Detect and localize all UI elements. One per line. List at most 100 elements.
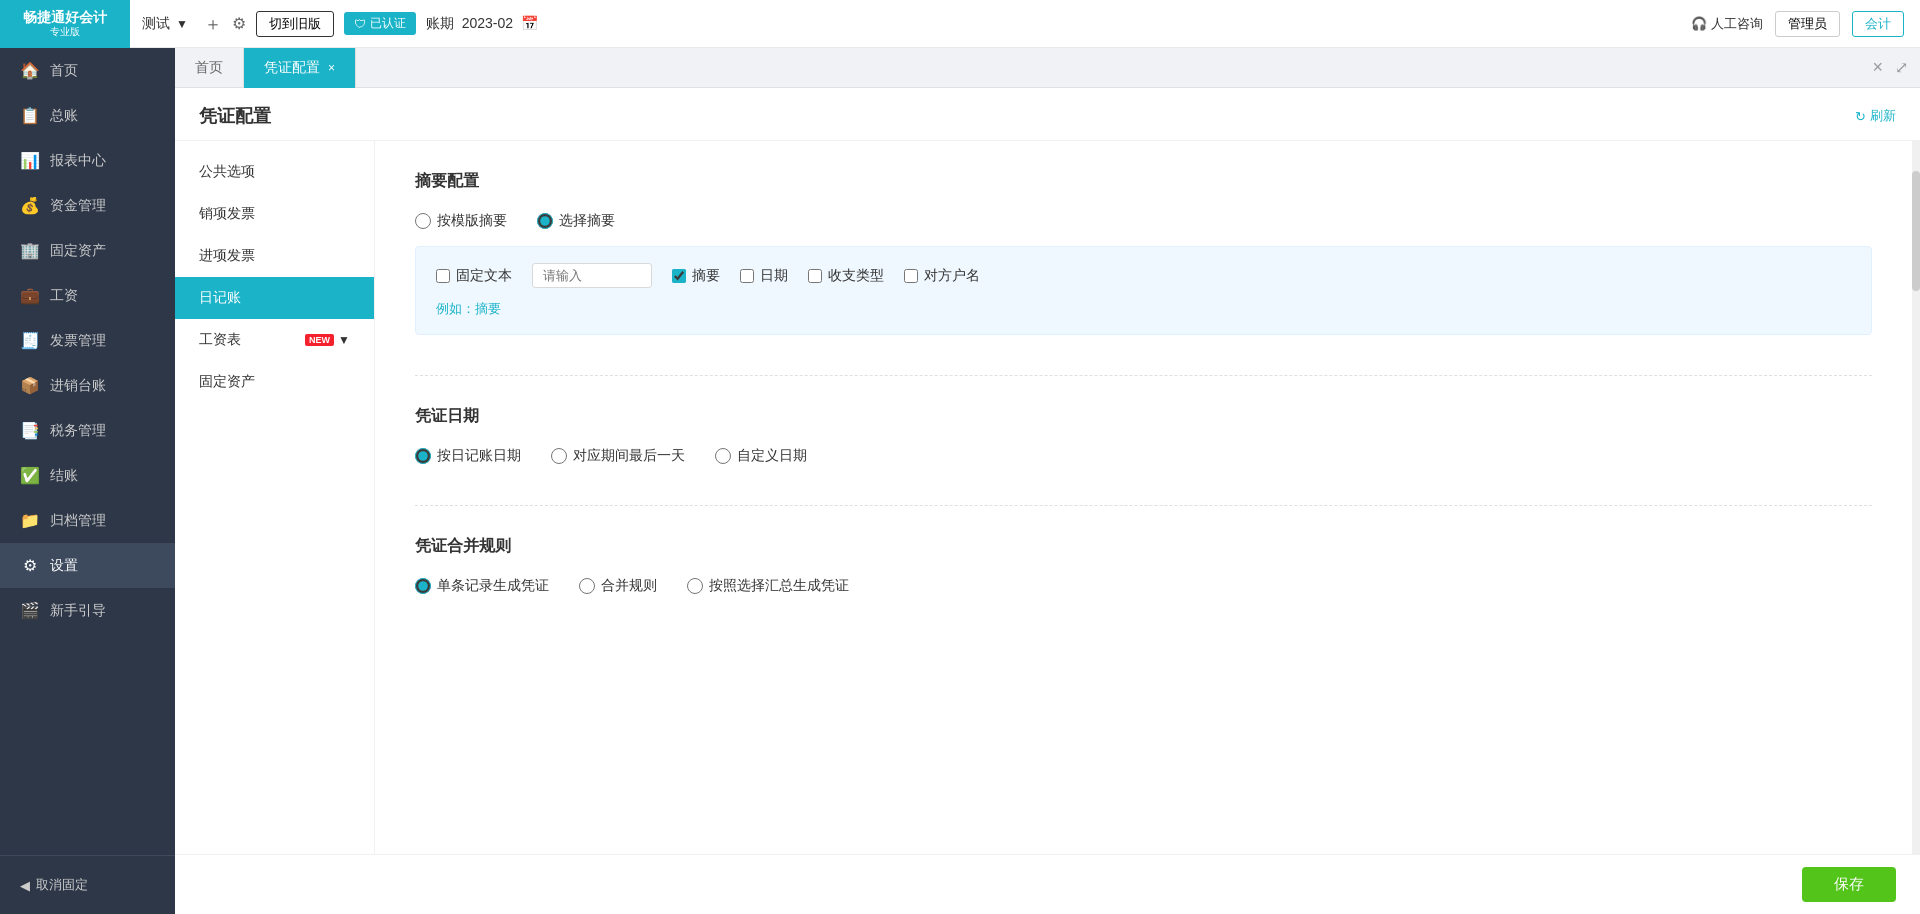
sidebar-item-home[interactable]: 🏠 首页 [0, 48, 175, 93]
summary-radio-select-label: 选择摘要 [559, 212, 615, 230]
sidebar-item-ledger[interactable]: 📋 总账 [0, 93, 175, 138]
sidebar-item-close-accounts[interactable]: ✅ 结账 [0, 453, 175, 498]
date-radio-last-input[interactable] [551, 448, 567, 464]
counterpart-checkbox[interactable] [904, 269, 918, 283]
sidebar-item-archive[interactable]: 📁 归档管理 [0, 498, 175, 543]
sidebar-label-salary: 工资 [50, 287, 78, 305]
tax-icon: 📑 [20, 421, 40, 440]
payment-type-option[interactable]: 收支类型 [808, 267, 884, 285]
date-radio-diary-label: 按日记账日期 [437, 447, 521, 465]
date-radio-custom[interactable]: 自定义日期 [715, 447, 807, 465]
tab-home[interactable]: 首页 [175, 48, 244, 88]
sidebar-item-tax[interactable]: 📑 税务管理 [0, 408, 175, 453]
payroll-label: 工资表 [199, 331, 241, 349]
expand-icon: ▼ [338, 333, 350, 347]
project-name: 测试 [142, 15, 170, 33]
merge-radio-rule-label: 合并规则 [601, 577, 657, 595]
merge-radio-summary-input[interactable] [687, 578, 703, 594]
top-bar-right: 🎧 人工咨询 管理员 会计 [1691, 11, 1904, 37]
add-icon[interactable]: ＋ [204, 12, 222, 36]
date-radio-last[interactable]: 对应期间最后一天 [551, 447, 685, 465]
home-icon: 🏠 [20, 61, 40, 80]
left-nav-fixed-assets[interactable]: 固定资产 [175, 361, 374, 403]
merge-radio-single[interactable]: 单条记录生成凭证 [415, 577, 549, 595]
tab-fullscreen-button[interactable]: ⤢ [1895, 58, 1908, 77]
sidebar-label-funds: 资金管理 [50, 197, 106, 215]
sidebar-label-guide: 新手引导 [50, 602, 106, 620]
summary-option[interactable]: 摘要 [672, 267, 720, 285]
date-checkbox[interactable] [740, 269, 754, 283]
sidebar-label-tax: 税务管理 [50, 422, 106, 440]
merge-radio-summary[interactable]: 按照选择汇总生成凭证 [687, 577, 849, 595]
logo-line1: 畅捷通好会计 [23, 9, 107, 26]
refresh-button[interactable]: ↻ 刷新 [1855, 107, 1896, 125]
new-badge: NEW [305, 334, 334, 346]
summary-radio-select[interactable]: 选择摘要 [537, 212, 615, 230]
left-nav-payroll[interactable]: 工资表 NEW ▼ [175, 319, 374, 361]
sidebar-label-ledger: 总账 [50, 107, 78, 125]
left-nav-diary[interactable]: 日记账 [175, 277, 374, 319]
save-button[interactable]: 保存 [1802, 867, 1896, 902]
sidebar-label-close-accounts: 结账 [50, 467, 78, 485]
merge-radio-rule[interactable]: 合并规则 [579, 577, 657, 595]
summary-checkbox[interactable] [672, 269, 686, 283]
tab-voucher-config[interactable]: 凭证配置 × [244, 48, 356, 88]
sidebar-item-reports[interactable]: 📊 报表中心 [0, 138, 175, 183]
left-nav-sales-invoice[interactable]: 销项发票 [175, 193, 374, 235]
fixed-text-checkbox[interactable] [436, 269, 450, 283]
accountant-button[interactable]: 会计 [1852, 11, 1904, 37]
merge-radio-single-input[interactable] [415, 578, 431, 594]
fixed-text-option[interactable]: 固定文本 [436, 267, 512, 285]
project-selector[interactable]: 测试 ▼ [142, 15, 188, 33]
tab-close-button[interactable]: × [1872, 57, 1883, 78]
top-bar-actions: ＋ ⚙ 切到旧版 🛡 已认证 账期 2023-02 📅 [204, 11, 538, 37]
sidebar: 🏠 首页 📋 总账 📊 报表中心 💰 资金管理 🏢 固定资产 💼 工资 🧾 发票… [0, 48, 175, 914]
date-label: 日期 [760, 267, 788, 285]
sidebar-item-invoice[interactable]: 🧾 发票管理 [0, 318, 175, 363]
date-radio-diary[interactable]: 按日记账日期 [415, 447, 521, 465]
sidebar-item-salary[interactable]: 💼 工资 [0, 273, 175, 318]
dropdown-icon[interactable]: ▼ [176, 17, 188, 31]
summary-radio-template[interactable]: 按模版摘要 [415, 212, 507, 230]
summary-radio-select-input[interactable] [537, 213, 553, 229]
scrollbar-thumb[interactable] [1912, 171, 1920, 291]
merge-radio-rule-input[interactable] [579, 578, 595, 594]
cancel-fixed-button[interactable]: ◀ 取消固定 [0, 866, 175, 904]
switch-old-button[interactable]: 切到旧版 [256, 11, 334, 37]
funds-icon: 💰 [20, 196, 40, 215]
sidebar-label-settings: 设置 [50, 557, 78, 575]
sidebar-item-settings[interactable]: ⚙ 设置 [0, 543, 175, 588]
merge-section-title: 凭证合并规则 [415, 536, 1872, 557]
cancel-fixed-label: 取消固定 [36, 876, 88, 894]
payment-type-label: 收支类型 [828, 267, 884, 285]
counterpart-option[interactable]: 对方户名 [904, 267, 980, 285]
date-radio-custom-input[interactable] [715, 448, 731, 464]
fixed-text-input[interactable] [532, 263, 652, 288]
sidebar-item-purchase-sales[interactable]: 📦 进销台账 [0, 363, 175, 408]
tab-bar: 首页 凭证配置 × × ⤢ [175, 48, 1920, 88]
calendar-icon[interactable]: 📅 [521, 15, 538, 31]
manager-button[interactable]: 管理员 [1775, 11, 1840, 37]
payment-type-checkbox[interactable] [808, 269, 822, 283]
summary-radio-template-input[interactable] [415, 213, 431, 229]
summary-config-box: 固定文本 摘要 日期 [415, 246, 1872, 335]
date-radio-diary-input[interactable] [415, 448, 431, 464]
sidebar-label-home: 首页 [50, 62, 78, 80]
shield-icon: 🛡 [354, 17, 366, 31]
merge-section: 凭证合并规则 单条记录生成凭证 合并规则 [415, 536, 1872, 595]
tab-close-icon[interactable]: × [328, 61, 335, 75]
logo-line2: 专业版 [50, 26, 80, 38]
section-divider-2 [415, 505, 1872, 506]
tab-home-label: 首页 [195, 59, 223, 77]
left-nav-common[interactable]: 公共选项 [175, 151, 374, 193]
settings-icon[interactable]: ⚙ [232, 14, 246, 33]
sidebar-item-funds[interactable]: 💰 资金管理 [0, 183, 175, 228]
sidebar-item-guide[interactable]: 🎬 新手引导 [0, 588, 175, 633]
archive-icon: 📁 [20, 511, 40, 530]
right-scrollbar[interactable] [1912, 141, 1920, 854]
date-option[interactable]: 日期 [740, 267, 788, 285]
consult-button[interactable]: 🎧 人工咨询 [1691, 15, 1763, 33]
sidebar-item-assets[interactable]: 🏢 固定资产 [0, 228, 175, 273]
fixed-text-label: 固定文本 [456, 267, 512, 285]
left-nav-purchase-invoice[interactable]: 进项发票 [175, 235, 374, 277]
